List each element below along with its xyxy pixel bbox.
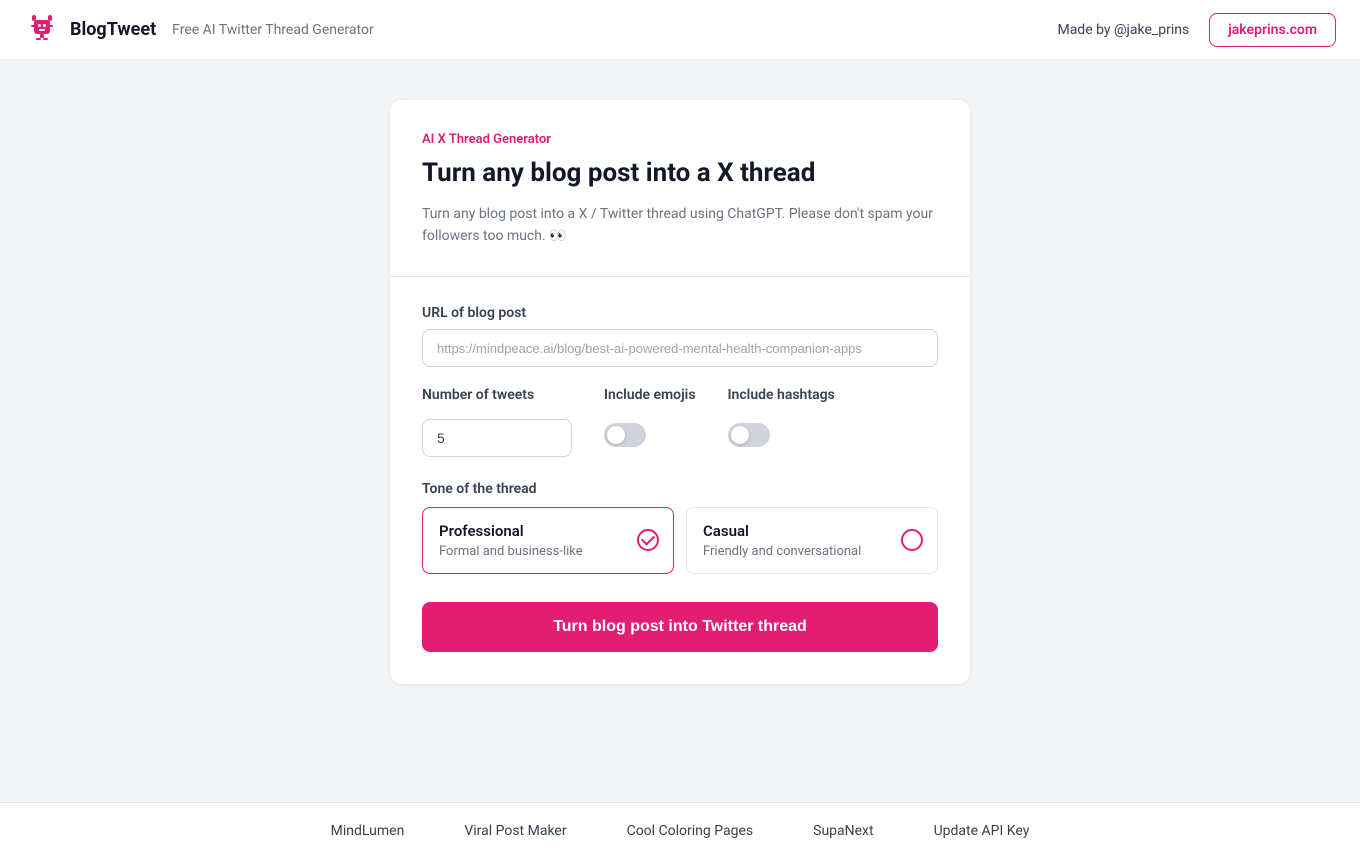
footer-link-cool-coloring-pages[interactable]: Cool Coloring Pages <box>627 823 754 839</box>
brand-name: BlogTweet <box>70 19 156 40</box>
tweets-input[interactable] <box>422 419 572 457</box>
options-row: Number of tweets Include emojis Include … <box>422 387 938 457</box>
header-right: Made by @jake_prins jakeprins.com <box>1057 13 1336 47</box>
footer: MindLumen Viral Post Maker Cool Coloring… <box>0 802 1360 859</box>
header: BlogTweet Free AI Twitter Thread Generat… <box>0 0 1360 60</box>
emojis-toggle-track <box>604 423 646 447</box>
emojis-option: Include emojis <box>604 387 696 447</box>
card-badge: AI X Thread Generator <box>422 132 938 147</box>
generate-button[interactable]: Turn blog post into Twitter thread <box>422 602 938 652</box>
jakeprins-button[interactable]: jakeprins.com <box>1209 13 1336 47</box>
emojis-label: Include emojis <box>604 387 696 403</box>
tone-section: Tone of the thread Professional Formal a… <box>422 481 938 574</box>
hashtags-toggle-thumb <box>731 426 749 444</box>
tone-casual-name: Casual <box>703 522 921 540</box>
url-input[interactable] <box>422 329 938 367</box>
tone-casual-check <box>901 529 923 551</box>
footer-link-supanext[interactable]: SupaNext <box>813 823 873 839</box>
main-content: AI X Thread Generator Turn any blog post… <box>0 60 1360 802</box>
footer-link-mindlumen[interactable]: MindLumen <box>331 823 405 839</box>
tone-label: Tone of the thread <box>422 481 938 497</box>
emojis-toggle[interactable] <box>604 423 646 447</box>
emojis-toggle-thumb <box>607 426 625 444</box>
tone-professional-check <box>637 529 659 551</box>
emojis-toggle-container <box>604 423 696 447</box>
hashtags-toggle-container <box>728 423 835 447</box>
hashtags-toggle-track <box>728 423 770 447</box>
hashtags-label: Include hashtags <box>728 387 835 403</box>
header-left: BlogTweet Free AI Twitter Thread Generat… <box>24 12 374 48</box>
tone-casual[interactable]: Casual Friendly and conversational <box>686 507 938 574</box>
made-by-text: Made by @jake_prins <box>1057 22 1189 38</box>
footer-link-update-api-key[interactable]: Update API Key <box>934 823 1030 839</box>
tone-options: Professional Formal and business-like Ca… <box>422 507 938 574</box>
tone-casual-desc: Friendly and conversational <box>703 544 921 559</box>
hashtags-toggle[interactable] <box>728 423 770 447</box>
brand-tagline: Free AI Twitter Thread Generator <box>172 22 374 38</box>
divider <box>390 276 970 277</box>
tone-professional-desc: Formal and business-like <box>439 544 657 559</box>
tweets-label: Number of tweets <box>422 387 572 403</box>
tone-professional[interactable]: Professional Formal and business-like <box>422 507 674 574</box>
card-description: Turn any blog post into a X / Twitter th… <box>422 203 938 248</box>
tweets-option: Number of tweets <box>422 387 572 457</box>
footer-link-viral-post-maker[interactable]: Viral Post Maker <box>464 823 566 839</box>
main-card: AI X Thread Generator Turn any blog post… <box>390 100 970 684</box>
hashtags-option: Include hashtags <box>728 387 835 447</box>
card-title: Turn any blog post into a X thread <box>422 157 938 191</box>
logo-icon <box>24 12 60 48</box>
tone-professional-name: Professional <box>439 522 657 540</box>
url-label: URL of blog post <box>422 305 938 321</box>
